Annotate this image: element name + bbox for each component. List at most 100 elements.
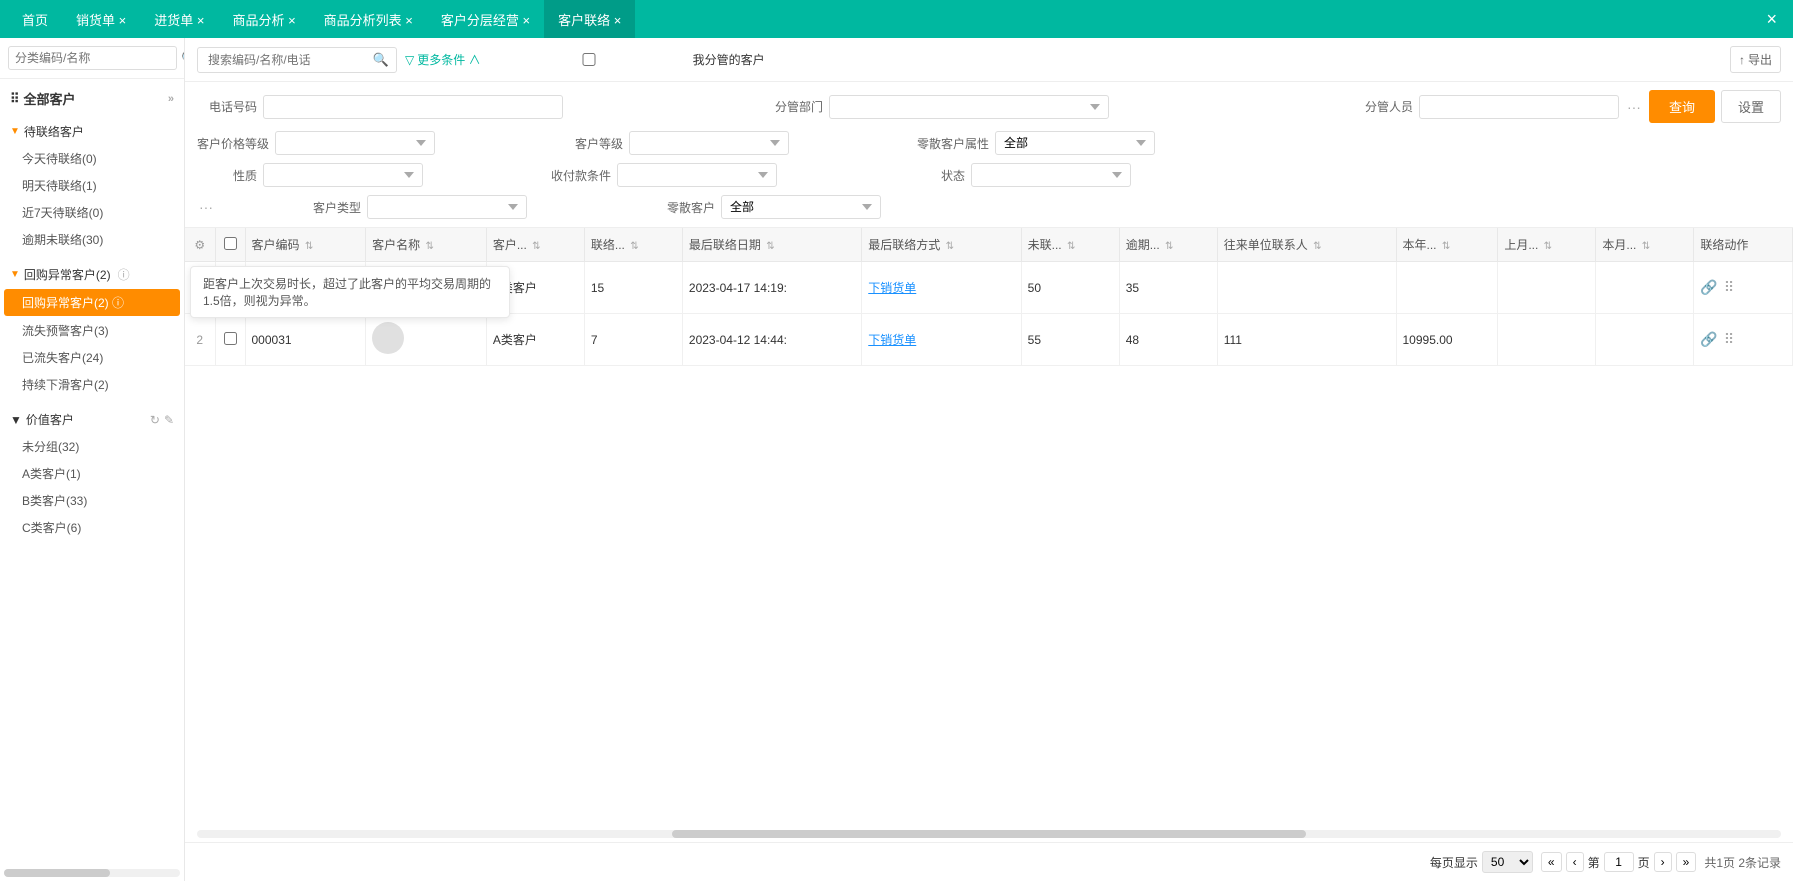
th-last-month[interactable]: 上月... ⇅ xyxy=(1498,228,1596,262)
sort-icon-name: ⇅ xyxy=(426,241,434,252)
sidebar-value-group-title[interactable]: ▼ 价值客户 ↻ ✎ xyxy=(0,406,184,433)
next-page-button[interactable]: › xyxy=(1654,852,1672,872)
query-button[interactable]: 查询 xyxy=(1649,90,1715,123)
edit-icon[interactable]: ✎ xyxy=(164,413,174,427)
th-level[interactable]: 客户... ⇅ xyxy=(486,228,584,262)
customer-level-select[interactable] xyxy=(629,131,789,155)
horizontal-scrollbar[interactable] xyxy=(197,830,1781,838)
department-select[interactable] xyxy=(829,95,1109,119)
prev-page-button[interactable]: ‹ xyxy=(1566,852,1584,872)
grid-action-icon[interactable]: ⠿ xyxy=(1724,331,1734,348)
contact-method-link[interactable]: 下销货单 xyxy=(868,281,916,295)
per-page-select[interactable]: 50 20 100 xyxy=(1482,851,1533,873)
sidebar-item-ungrouped[interactable]: 未分组(32) xyxy=(0,433,184,460)
sidebar-item-declining[interactable]: 持续下滑客户(2) xyxy=(0,371,184,398)
sidebar-group-pending-title[interactable]: ▼ 待联络客户 xyxy=(0,118,184,145)
grid-action-icon[interactable]: ⠿ xyxy=(1724,279,1734,296)
retail-customer-select[interactable]: 全部 xyxy=(721,195,881,219)
row-this-month xyxy=(1596,262,1694,314)
more-conditions-button[interactable]: ▽ 更多条件 ∧ xyxy=(405,51,481,68)
th-last-contact-date[interactable]: 最后联络日期 ⇅ xyxy=(682,228,861,262)
first-page-button[interactable]: « xyxy=(1541,852,1562,872)
link-icon[interactable]: 🔗 xyxy=(1700,279,1717,296)
sidebar-item-today-pending[interactable]: 今天待联络(0) xyxy=(0,145,184,172)
select-all-checkbox[interactable] xyxy=(224,237,237,250)
th-name[interactable]: 客户名称 ⇅ xyxy=(366,228,487,262)
my-customers-toggle[interactable]: 我分管的客户 xyxy=(489,51,765,68)
my-customers-label: 我分管的客户 xyxy=(693,51,765,68)
sidebar-all-customers-header[interactable]: ⠿ 全部客户 » xyxy=(0,83,184,114)
status-select[interactable] xyxy=(971,163,1131,187)
nav-customer-layered[interactable]: 客户分层经营 × xyxy=(427,0,544,38)
price-level-select[interactable] xyxy=(275,131,435,155)
export-button[interactable]: ↑ 导出 xyxy=(1730,46,1781,73)
th-settings[interactable]: ⚙ xyxy=(185,228,215,262)
sort-icon-thismonth: ⇅ xyxy=(1642,241,1650,252)
customer-type-select[interactable] xyxy=(367,195,527,219)
phone-input[interactable] xyxy=(263,95,563,119)
th-checkbox[interactable] xyxy=(215,228,245,262)
export-icon: ↑ xyxy=(1739,53,1745,67)
th-last-contact-method[interactable]: 最后联络方式 ⇅ xyxy=(862,228,1021,262)
sidebar-item-churned[interactable]: 已流失客户(24) xyxy=(0,344,184,371)
scrollbar-thumb[interactable] xyxy=(672,830,1306,838)
nav-home[interactable]: 首页 xyxy=(8,0,62,38)
row-last-contact-date: 2023-04-12 14:44: xyxy=(682,314,861,366)
th-code[interactable]: 客户编码 ⇅ xyxy=(245,228,366,262)
sidebar-item-c-class[interactable]: C类客户(6) xyxy=(0,514,184,541)
retail-attr-select[interactable]: 全部 xyxy=(995,131,1155,155)
th-overdue[interactable]: 逾期... ⇅ xyxy=(1119,228,1217,262)
pagination: 每页显示 50 20 100 « ‹ 第 页 › » 共1页 2条记录 xyxy=(185,842,1793,881)
search-input[interactable] xyxy=(197,47,397,73)
nav-purchase-order[interactable]: 进货单 × xyxy=(140,0,218,38)
filter-price-level: 客户价格等级 xyxy=(197,131,435,155)
nav-product-analysis-list[interactable]: 商品分析列表 × xyxy=(310,0,427,38)
sort-icon-unlocked: ⇅ xyxy=(1067,241,1075,252)
sort-icon-code: ⇅ xyxy=(305,241,313,252)
nav-customer-contact[interactable]: 客户联络 × xyxy=(544,0,635,38)
sidebar-search-input[interactable] xyxy=(8,46,177,70)
person-input[interactable] xyxy=(1419,95,1619,119)
sidebar-group-value-customers: ▼ 价值客户 ↻ ✎ 未分组(32) A类客户(1) B类客户(33) C类客户… xyxy=(0,402,184,545)
contact-method-link[interactable]: 下销货单 xyxy=(868,333,916,347)
sidebar-item-repurchase-abnormal-active[interactable]: 回购异常客户(2) ⓘ xyxy=(4,289,180,316)
search-icon[interactable]: 🔍 xyxy=(373,52,389,68)
payment-terms-select[interactable] xyxy=(617,163,777,187)
sidebar-item-overdue-pending[interactable]: 逾期未联络(30) xyxy=(0,226,184,253)
th-contact-count[interactable]: 联络... ⇅ xyxy=(584,228,682,262)
sidebar-collapse-icon[interactable]: » xyxy=(168,93,174,105)
row-contact-person: 111 xyxy=(1217,314,1396,366)
row-checkbox[interactable] xyxy=(224,332,237,345)
info-icon[interactable]: ⓘ xyxy=(118,266,130,283)
th-this-month[interactable]: 本月... ⇅ xyxy=(1596,228,1694,262)
th-this-year[interactable]: 本年... ⇅ xyxy=(1396,228,1498,262)
sidebar-item-churn-warning[interactable]: 流失预警客户(3) xyxy=(0,317,184,344)
more-filter-dots-button[interactable]: ··· xyxy=(199,199,213,215)
link-icon[interactable]: 🔗 xyxy=(1700,331,1717,348)
sidebar-item-tomorrow-pending[interactable]: 明天待联络(1) xyxy=(0,172,184,199)
nature-select[interactable] xyxy=(263,163,423,187)
payment-terms-label: 收付款条件 xyxy=(551,167,611,184)
th-unlocked[interactable]: 未联... ⇅ xyxy=(1021,228,1119,262)
sidebar-item-b-class[interactable]: B类客户(33) xyxy=(0,487,184,514)
row-checkbox-cell[interactable] xyxy=(215,314,245,366)
my-customers-checkbox[interactable] xyxy=(489,53,689,66)
last-page-button[interactable]: » xyxy=(1676,852,1697,872)
settings-button[interactable]: 设置 xyxy=(1721,90,1781,123)
export-label: 导出 xyxy=(1748,51,1772,68)
close-all-tabs-button[interactable]: × xyxy=(1758,9,1785,30)
table-row: 2 000031 A类客户 7 2023-04-12 14:44: 下销货单 5… xyxy=(185,314,1793,366)
th-contact-person[interactable]: 往来单位联系人 ⇅ xyxy=(1217,228,1396,262)
nav-sales-order[interactable]: 销货单 × xyxy=(62,0,140,38)
action-icons-group: 🔗 ⠿ xyxy=(1700,331,1786,348)
sidebar-item-7day-pending[interactable]: 近7天待联络(0) xyxy=(0,199,184,226)
sidebar-horizontal-scrollbar[interactable] xyxy=(4,869,180,877)
person-dots-button[interactable]: ··· xyxy=(1627,99,1641,115)
page-number-input[interactable] xyxy=(1604,852,1634,872)
refresh-icon[interactable]: ↻ xyxy=(150,413,160,427)
nav-product-analysis[interactable]: 商品分析 × xyxy=(218,0,309,38)
sidebar-scrollbar-thumb[interactable] xyxy=(4,869,110,877)
sidebar-item-a-class[interactable]: A类客户(1) xyxy=(0,460,184,487)
table-settings-icon[interactable]: ⚙ xyxy=(194,238,205,252)
sidebar-group-repurchase-abnormal-title[interactable]: ▼ 回购异常客户(2) ⓘ xyxy=(0,261,184,288)
